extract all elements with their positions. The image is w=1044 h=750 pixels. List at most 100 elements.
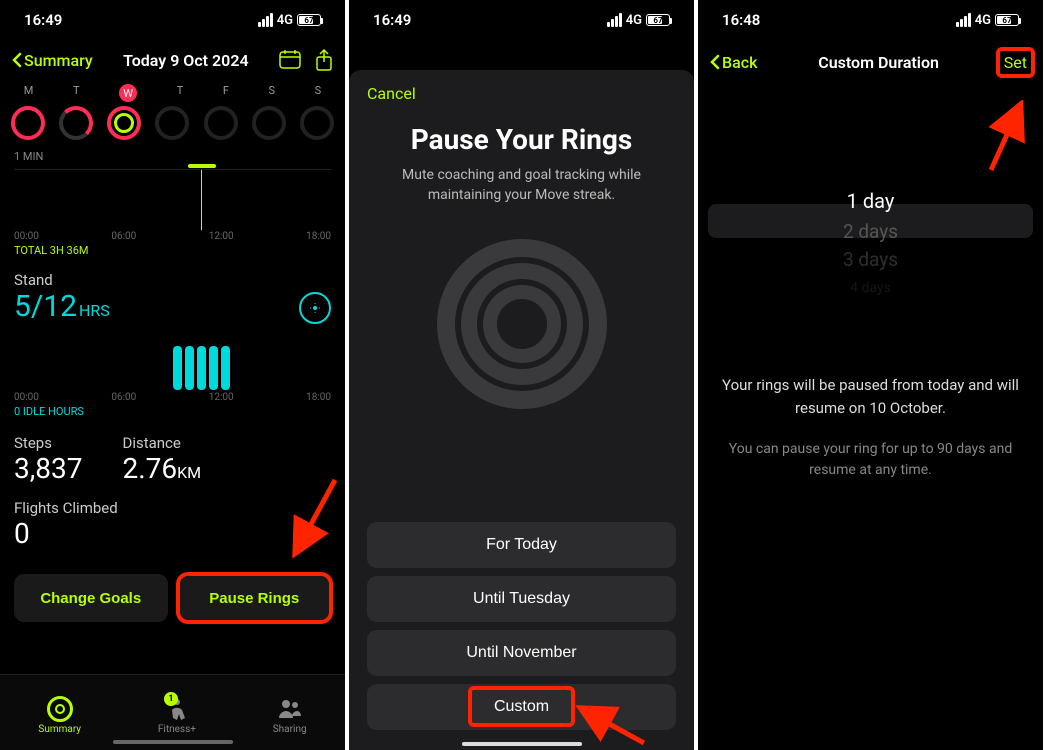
stand-chart: [14, 330, 331, 390]
option-custom[interactable]: Custom: [367, 684, 676, 730]
stand-axis: 00:0006:0012:0018:00: [14, 392, 331, 403]
weekday[interactable]: S: [315, 84, 322, 102]
exercise-chart: [14, 169, 331, 229]
duration-picker[interactable]: 1 day 2 days 3 days 4 days: [698, 184, 1043, 294]
pause-rings-button[interactable]: Pause Rings: [178, 574, 332, 622]
fitness-summary-screen: 16:49 4G 67 Summary Today 9 Oct 2024 M T…: [0, 0, 345, 750]
rings-illustration: [437, 239, 607, 409]
badge: 1: [164, 692, 178, 706]
page-title: Today 9 Oct 2024: [123, 51, 249, 70]
flights-label: Flights Climbed: [14, 499, 331, 517]
metrics-section: Steps 3,837 Distance 2.76KM Flights Clim…: [0, 434, 345, 554]
steps-label: Steps: [14, 434, 82, 452]
back-button[interactable]: Back: [710, 53, 757, 72]
day-ring[interactable]: [300, 106, 334, 140]
set-button[interactable]: Set: [1004, 53, 1027, 72]
pause-rings-screen: 16:49 4G 67 Cancel Pause Your Rings Mute…: [349, 0, 694, 750]
home-indicator[interactable]: [113, 740, 233, 744]
chevron-left-icon: [12, 52, 22, 68]
idle-label: 0 IDLE HOURS: [14, 405, 331, 418]
people-icon: [277, 696, 303, 722]
day-ring-today[interactable]: [107, 106, 141, 140]
modal-sheet: Cancel Pause Your Rings Mute coaching an…: [349, 70, 694, 750]
network-label: 4G: [626, 13, 642, 28]
day-ring[interactable]: [252, 106, 286, 140]
flights-value: 0: [14, 517, 331, 550]
stand-label: Stand: [14, 271, 331, 289]
picker-item[interactable]: 2 days: [698, 218, 1043, 246]
signal-icon: [607, 13, 622, 27]
nav-header: Summary Today 9 Oct 2024: [0, 40, 345, 80]
day-ring[interactable]: [11, 106, 45, 140]
set-button-highlight: Set: [1000, 51, 1031, 74]
stand-value: 5/12HRS: [14, 289, 331, 324]
day-ring[interactable]: [155, 106, 189, 140]
tab-label: Sharing: [273, 724, 307, 735]
sheet-title: Pause Your Rings: [367, 123, 676, 156]
day-ring[interactable]: [59, 106, 93, 140]
weekday-rings: [0, 102, 345, 148]
page-title: Custom Duration: [818, 53, 939, 72]
weekday[interactable]: S: [269, 84, 276, 102]
picker-item[interactable]: 4 days: [698, 274, 1043, 302]
weekday-selected[interactable]: W: [119, 84, 137, 102]
custom-duration-screen: 16:48 4G 67 Back Custom Duration Set 1 d…: [698, 0, 1043, 750]
battery-icon: 67: [297, 14, 321, 26]
back-label: Summary: [24, 51, 93, 70]
weekday[interactable]: M: [24, 84, 34, 102]
total-label: TOTAL 3H 36M: [14, 244, 331, 257]
steps-value: 3,837: [14, 452, 82, 485]
calendar-icon[interactable]: [279, 49, 301, 69]
one-min-label: 1 MIN: [14, 150, 331, 163]
option-until-november[interactable]: Until November: [367, 630, 676, 676]
battery-icon: 67: [995, 14, 1019, 26]
tab-fitness-plus[interactable]: 1 Fitness+: [158, 696, 196, 735]
status-bar: 16:49 4G 67: [349, 0, 694, 40]
rings-icon: [47, 696, 73, 722]
duration-options: For Today Until Tuesday Until November C…: [367, 522, 676, 730]
back-label: Back: [722, 53, 757, 72]
action-buttons: Change Goals Pause Rings: [0, 560, 345, 636]
weekday-row: M T W T F S S: [0, 80, 345, 102]
option-custom-label: Custom: [472, 690, 571, 723]
tab-bar: Summary 1 Fitness+ Sharing: [0, 674, 345, 750]
signal-icon: [258, 13, 273, 27]
option-until-tuesday[interactable]: Until Tuesday: [367, 576, 676, 622]
stand-section: Stand 5/12HRS 00:0006:0012:0018:00 0 IDL…: [0, 271, 345, 422]
pause-message: Your rings will be paused from today and…: [722, 374, 1019, 419]
chevron-left-icon: [710, 54, 720, 70]
exercise-section: 1 MIN 00:0006:0012:0018:00 TOTAL 3H 36M: [0, 150, 345, 261]
nav-header: Back Custom Duration Set: [698, 40, 1043, 84]
home-indicator[interactable]: [462, 742, 582, 746]
status-bar: 16:49 4G 67: [0, 0, 345, 40]
share-icon[interactable]: [315, 49, 333, 71]
picker-item-selected[interactable]: 1 day: [698, 184, 1043, 218]
status-time: 16:48: [722, 11, 760, 29]
tab-label: Summary: [38, 724, 81, 735]
status-time: 16:49: [373, 11, 411, 29]
distance-value: 2.76KM: [122, 452, 201, 485]
picker-item[interactable]: 3 days: [698, 246, 1043, 274]
tab-sharing[interactable]: Sharing: [273, 696, 307, 735]
change-goals-button[interactable]: Change Goals: [14, 574, 168, 622]
network-label: 4G: [277, 13, 293, 28]
battery-icon: 67: [646, 14, 670, 26]
annotation-arrow: [981, 100, 1031, 180]
status-bar: 16:48 4G 67: [698, 0, 1043, 40]
weekday[interactable]: T: [73, 84, 80, 102]
tab-label: Fitness+: [158, 724, 196, 735]
back-button[interactable]: Summary: [12, 51, 93, 70]
add-stand-icon[interactable]: [299, 292, 331, 324]
pause-note: You can pause your ring for up to 90 day…: [722, 439, 1019, 481]
sheet-subtitle: Mute coaching and goal tracking while ma…: [367, 166, 676, 205]
day-ring[interactable]: [204, 106, 238, 140]
network-label: 4G: [975, 13, 991, 28]
weekday[interactable]: F: [223, 84, 229, 102]
signal-icon: [956, 13, 971, 27]
tab-summary[interactable]: Summary: [38, 696, 81, 735]
cancel-button[interactable]: Cancel: [367, 84, 416, 103]
status-time: 16:49: [24, 11, 62, 29]
option-for-today[interactable]: For Today: [367, 522, 676, 568]
distance-label: Distance: [122, 434, 201, 452]
weekday[interactable]: T: [177, 84, 184, 102]
